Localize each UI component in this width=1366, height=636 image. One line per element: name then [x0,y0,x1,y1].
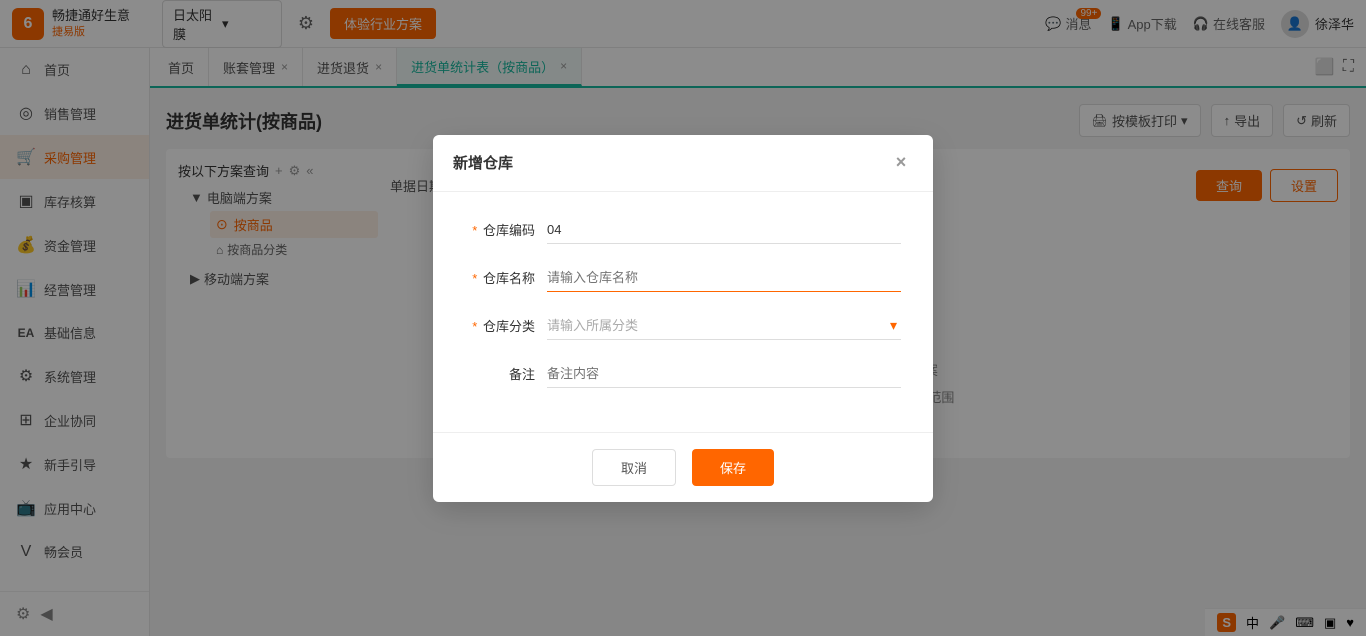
form-row-category: * 仓库分类 请输入所属分类 ▾ [465,312,901,340]
category-select-wrap: 请输入所属分类 ▾ [547,312,901,340]
note-input[interactable] [547,360,901,388]
cancel-button[interactable]: 取消 [592,449,676,486]
modal-header: 新增仓库 × [433,135,933,192]
required-mark: * [472,223,477,238]
modal-add-warehouse: 新增仓库 × * 仓库编码 * 仓库名称 [433,135,933,502]
required-mark: * [472,319,477,334]
form-label-category: * 仓库分类 [465,316,535,335]
warehouse-name-input[interactable] [547,264,901,292]
warehouse-code-input[interactable] [547,216,901,244]
form-label-name: * 仓库名称 [465,268,535,287]
modal-title: 新增仓库 [453,152,513,173]
form-row-code: * 仓库编码 [465,216,901,244]
modal-body: * 仓库编码 * 仓库名称 * 仓库分类 [433,192,933,432]
save-button[interactable]: 保存 [692,449,774,486]
modal-footer: 取消 保存 [433,432,933,502]
modal-overlay: 新增仓库 × * 仓库编码 * 仓库名称 [0,0,1366,636]
form-row-note: 备注 [465,360,901,388]
form-label-code: * 仓库编码 [465,220,535,239]
form-label-note: 备注 [465,364,535,383]
modal-close-button[interactable]: × [889,151,913,175]
required-mark: * [472,271,477,286]
form-row-name: * 仓库名称 [465,264,901,292]
category-select[interactable]: 请输入所属分类 [547,312,901,339]
